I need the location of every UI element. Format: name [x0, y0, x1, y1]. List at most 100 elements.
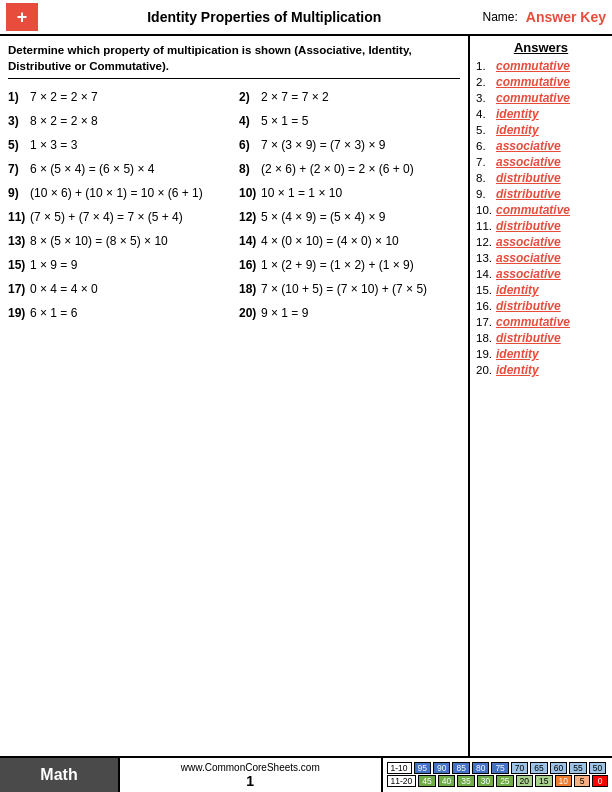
- logo-icon: +: [6, 3, 38, 31]
- problem-item: 16) 1 × (2 + 9) = (1 × 2) + (1 × 9): [239, 253, 460, 277]
- problem-equation: 1 × (2 + 9) = (1 × 2) + (1 × 9): [261, 256, 414, 274]
- answer-number: 7.: [476, 156, 496, 168]
- answer-number: 10.: [476, 204, 496, 216]
- problem-equation: 0 × 4 = 4 × 0: [30, 280, 98, 298]
- score-label: 11-20: [387, 775, 417, 787]
- problem-item: 6) 7 × (3 × 9) = (7 × 3) × 9: [239, 133, 460, 157]
- problem-number: 19): [8, 304, 30, 322]
- answer-number: 4.: [476, 108, 496, 120]
- answer-item: 11. distributive: [476, 219, 606, 233]
- answer-item: 13. associative: [476, 251, 606, 265]
- answer-number: 9.: [476, 188, 496, 200]
- problem-item: 11) (7 × 5) + (7 × 4) = 7 × (5 + 4): [8, 205, 229, 229]
- score-cell: 75: [491, 762, 508, 774]
- answer-number: 19.: [476, 348, 496, 360]
- answer-value: distributive: [496, 219, 561, 233]
- answer-value: commutative: [496, 91, 570, 105]
- score-cell: 20: [516, 775, 533, 787]
- answer-item: 5. identity: [476, 123, 606, 137]
- answer-value: associative: [496, 267, 561, 281]
- answer-item: 3. commutative: [476, 91, 606, 105]
- answer-number: 18.: [476, 332, 496, 344]
- score-label: 1-10: [387, 762, 412, 774]
- answer-number: 8.: [476, 172, 496, 184]
- page-title: Identity Properties of Multiplication: [46, 9, 483, 25]
- name-label: Name:: [483, 10, 518, 24]
- answer-number: 3.: [476, 92, 496, 104]
- problem-number: 15): [8, 256, 30, 274]
- problem-equation: 7 × (10 + 5) = (7 × 10) + (7 × 5): [261, 280, 427, 298]
- problem-equation: 6 × (5 × 4) = (6 × 5) × 4: [30, 160, 154, 178]
- problem-item: 13) 8 × (5 × 10) = (8 × 5) × 10: [8, 229, 229, 253]
- score-row: 11-20454035302520151050: [387, 775, 609, 787]
- answer-value: distributive: [496, 299, 561, 313]
- answer-item: 14. associative: [476, 267, 606, 281]
- problem-number: 9): [8, 184, 30, 202]
- problem-equation: 2 × 7 = 7 × 2: [261, 88, 329, 106]
- answer-number: 5.: [476, 124, 496, 136]
- problem-equation: 5 × 1 = 5: [261, 112, 308, 130]
- problem-item: 7) 6 × (5 × 4) = (6 × 5) × 4: [8, 157, 229, 181]
- answer-value: distributive: [496, 171, 561, 185]
- problem-item: 12) 5 × (4 × 9) = (5 × 4) × 9: [239, 205, 460, 229]
- answer-item: 10. commutative: [476, 203, 606, 217]
- answer-number: 14.: [476, 268, 496, 280]
- problem-equation: 7 × (3 × 9) = (7 × 3) × 9: [261, 136, 385, 154]
- answer-item: 17. commutative: [476, 315, 606, 329]
- score-row: 1-1095908580757065605550: [387, 762, 609, 774]
- main-content: Determine which property of multipicatio…: [0, 36, 612, 756]
- problem-number: 10): [239, 184, 261, 202]
- problem-number: 6): [239, 136, 261, 154]
- problem-equation: 1 × 3 = 3: [30, 136, 77, 154]
- answer-value: identity: [496, 123, 539, 137]
- instructions: Determine which property of multipicatio…: [8, 42, 460, 79]
- score-cell: 65: [530, 762, 547, 774]
- answer-number: 11.: [476, 220, 496, 232]
- answer-item: 15. identity: [476, 283, 606, 297]
- problem-equation: 8 × 2 = 2 × 8: [30, 112, 98, 130]
- answer-number: 20.: [476, 364, 496, 376]
- score-cell: 45: [418, 775, 435, 787]
- page-number: 1: [246, 773, 254, 789]
- answer-item: 19. identity: [476, 347, 606, 361]
- answers-section: Answers 1. commutative2. commutative3. c…: [470, 36, 612, 756]
- score-cell: 50: [589, 762, 606, 774]
- score-cell: 95: [414, 762, 431, 774]
- answer-number: 15.: [476, 284, 496, 296]
- answer-value: commutative: [496, 203, 570, 217]
- answer-number: 6.: [476, 140, 496, 152]
- problem-item: 9) (10 × 6) + (10 × 1) = 10 × (6 + 1): [8, 181, 229, 205]
- answer-item: 20. identity: [476, 363, 606, 377]
- problem-number: 3): [8, 112, 30, 130]
- problem-equation: 4 × (0 × 10) = (4 × 0) × 10: [261, 232, 399, 250]
- answer-key-label: Answer Key: [526, 9, 606, 25]
- problem-number: 20): [239, 304, 261, 322]
- answer-value: identity: [496, 107, 539, 121]
- answers-list: 1. commutative2. commutative3. commutati…: [476, 59, 606, 377]
- problem-item: 5) 1 × 3 = 3: [8, 133, 229, 157]
- score-cell: 60: [550, 762, 567, 774]
- answer-value: commutative: [496, 59, 570, 73]
- problem-number: 1): [8, 88, 30, 106]
- problem-equation: 10 × 1 = 1 × 10: [261, 184, 342, 202]
- problem-item: 20) 9 × 1 = 9: [239, 301, 460, 325]
- answer-item: 1. commutative: [476, 59, 606, 73]
- answer-value: distributive: [496, 187, 561, 201]
- score-cell: 80: [472, 762, 489, 774]
- problem-item: 14) 4 × (0 × 10) = (4 × 0) × 10: [239, 229, 460, 253]
- problem-equation: 1 × 9 = 9: [30, 256, 77, 274]
- score-cell: 15: [535, 775, 552, 787]
- problem-number: 14): [239, 232, 261, 250]
- score-cell: 85: [452, 762, 469, 774]
- score-cell: 10: [555, 775, 572, 787]
- answer-number: 12.: [476, 236, 496, 248]
- answer-item: 8. distributive: [476, 171, 606, 185]
- score-table: 1-109590858075706560555011-2045403530252…: [381, 758, 613, 792]
- answer-value: commutative: [496, 315, 570, 329]
- answer-item: 12. associative: [476, 235, 606, 249]
- problem-item: 8) (2 × 6) + (2 × 0) = 2 × (6 + 0): [239, 157, 460, 181]
- header: + Identity Properties of Multiplication …: [0, 0, 612, 36]
- answer-value: associative: [496, 155, 561, 169]
- score-cell: 35: [457, 775, 474, 787]
- answer-value: commutative: [496, 75, 570, 89]
